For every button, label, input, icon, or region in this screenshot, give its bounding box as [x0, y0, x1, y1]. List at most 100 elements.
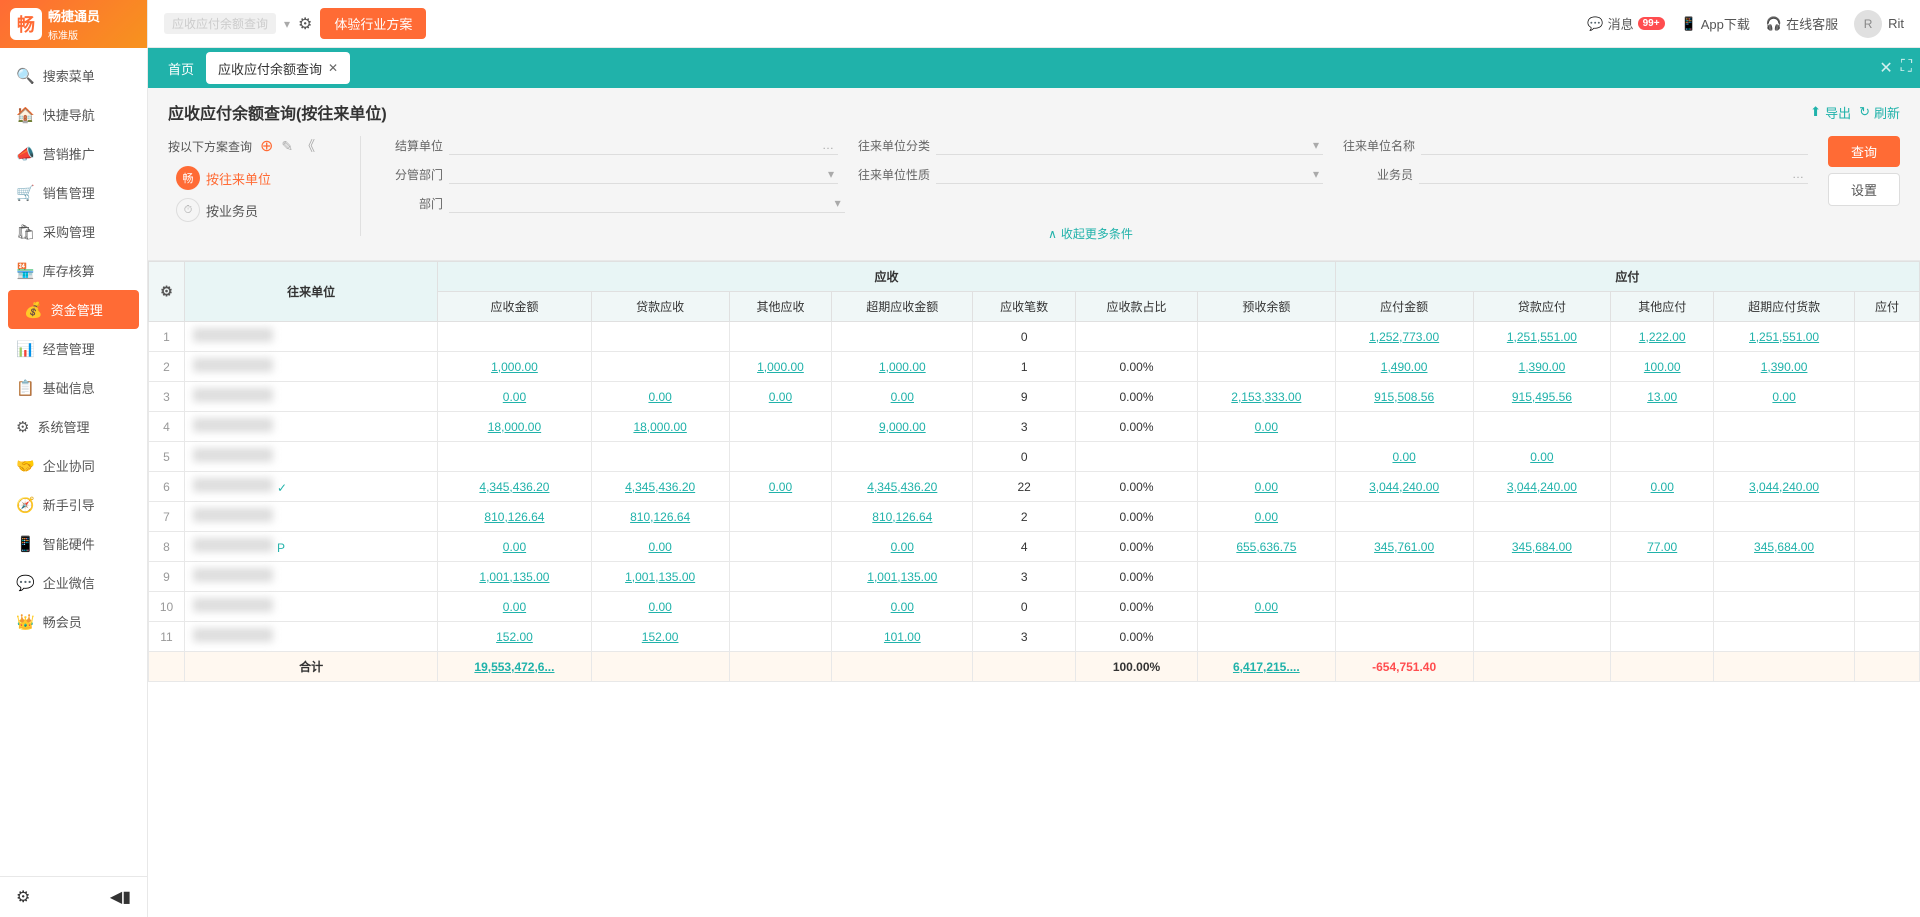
manage-dept-input[interactable] [453, 167, 828, 181]
dept-input[interactable] [453, 196, 835, 210]
unit-category-input[interactable] [940, 138, 1313, 152]
cell-ap_tail [1855, 382, 1920, 412]
sidebar-item-quick-nav[interactable]: 🏠 快捷导航 [0, 95, 147, 134]
scheme-unit-icon: 畅 [176, 166, 200, 190]
cell-ar_overdue: 0.00 [832, 532, 973, 562]
cell-ar_amount [438, 442, 592, 472]
sidebar-item-marketing[interactable]: 📣 营销推广 [0, 134, 147, 173]
user-area[interactable]: R Rit [1854, 10, 1904, 38]
sidebar-item-hardware[interactable]: 📱 智能硬件 [0, 524, 147, 563]
member-icon: 👑 [16, 613, 35, 631]
sidebar-item-wechat[interactable]: 💬 企业微信 [0, 563, 147, 602]
unit-name-input[interactable] [1425, 138, 1804, 152]
set-button[interactable]: 设置 [1828, 173, 1900, 206]
table-settings-icon[interactable]: ⚙ [160, 283, 173, 299]
collapse-sidebar-icon[interactable]: ◀▮ [110, 887, 131, 907]
messages-btn[interactable]: 💬 消息 99+ [1587, 14, 1664, 33]
dots-icon-2[interactable]: … [1792, 167, 1804, 181]
cell-ap_overdue [1714, 442, 1855, 472]
solution-button[interactable]: 体验行业方案 [320, 8, 426, 39]
dropdown-arrow-2[interactable]: ▾ [828, 167, 834, 181]
cell-ar_other: 0.00 [729, 472, 832, 502]
sidebar-item-system[interactable]: ⚙ 系统管理 [0, 407, 147, 446]
purchase-icon: 🛍 [16, 223, 35, 241]
cell-ar_ratio [1076, 322, 1198, 352]
cell-ar_overdue: 1,000.00 [832, 352, 973, 382]
total-ap-loan [1473, 652, 1611, 682]
app-download-btn[interactable]: 📱 App下载 [1681, 14, 1750, 33]
add-scheme-icon[interactable]: ⊕ [260, 136, 273, 156]
total-ap-amount: -654,751.40 [1335, 652, 1473, 682]
scheme-by-unit[interactable]: 畅 按往来单位 [176, 166, 348, 190]
sidebar-item-search[interactable]: 🔍 搜索菜单 [0, 56, 147, 95]
settings-footer-icon[interactable]: ⚙ [16, 887, 30, 907]
cell-ap_tail [1855, 532, 1920, 562]
salesperson-input[interactable] [1423, 167, 1792, 181]
refresh-button[interactable]: ↻ 刷新 [1859, 103, 1900, 122]
field-unit-name: 往来单位名称 [1343, 136, 1808, 155]
cell-ar_ratio: 0.00% [1076, 592, 1198, 622]
cell-ar_loan: 18,000.00 [591, 412, 729, 442]
tab-home[interactable]: 首页 [156, 52, 206, 84]
cell-ap_loan [1473, 622, 1611, 652]
dots-icon[interactable]: … [822, 138, 834, 152]
ar-ratio-header: 应收款占比 [1076, 292, 1198, 322]
scheme-by-business[interactable]: ⏱ 按业务员 [176, 198, 348, 222]
breadcrumb-dropdown-icon[interactable]: ▾ [284, 17, 290, 31]
cell-ar_count: 4 [973, 532, 1076, 562]
counterpart-unit [185, 382, 438, 412]
sales-icon: 🛒 [16, 184, 35, 202]
unit-nature-input[interactable] [940, 167, 1313, 181]
row-number: 11 [149, 622, 185, 652]
filter-area: 按以下方案查询 ⊕ ✎ 《 畅 按往来单位 ⏱ 按业务员 [148, 124, 1920, 261]
export-button[interactable]: ⬆ 导出 [1810, 103, 1851, 122]
online-service-btn[interactable]: 🎧 在线客服 [1766, 14, 1838, 33]
sidebar-item-collab[interactable]: 🤝 企业协同 [0, 446, 147, 485]
edit-scheme-icon[interactable]: ✎ [281, 138, 293, 155]
sidebar: 畅 畅捷通员 标准版 🔍 搜索菜单 🏠 快捷导航 📣 营销推广 🛒 销售管理 🛍… [0, 0, 148, 917]
quick-nav-icon: 🏠 [16, 106, 35, 124]
cell-ap_other: 13.00 [1611, 382, 1714, 412]
counterpart-unit [185, 502, 438, 532]
cell-ap_loan [1473, 562, 1611, 592]
sidebar-item-purchase[interactable]: 🛍 采购管理 [0, 212, 147, 251]
total-empty-num [149, 652, 185, 682]
dropdown-arrow-3[interactable]: ▾ [1313, 167, 1319, 181]
cell-ap_amount: 345,761.00 [1335, 532, 1473, 562]
cell-ap_amount: 1,252,773.00 [1335, 322, 1473, 352]
cell-ap_tail [1855, 442, 1920, 472]
cell-ar_overdue: 4,345,436.20 [832, 472, 973, 502]
tab-close-icon[interactable]: ✕ [328, 61, 338, 75]
sidebar-item-sales[interactable]: 🛒 销售管理 [0, 173, 147, 212]
dropdown-arrow-1[interactable]: ▾ [1313, 138, 1319, 152]
dropdown-arrow-4[interactable]: ▾ [835, 196, 841, 210]
settings-icon[interactable]: ⚙ [298, 14, 312, 34]
cell-ap_amount [1335, 622, 1473, 652]
tab-close-window-icon[interactable]: ✕ [1879, 58, 1892, 78]
field-dept: 部门 ▾ [373, 194, 845, 213]
sidebar-item-operation[interactable]: 📊 经营管理 [0, 329, 147, 368]
sidebar-item-inventory[interactable]: 🏪 库存核算 [0, 251, 147, 290]
system-icon: ⚙ [16, 418, 29, 436]
cell-ar_advance: 2,153,333.00 [1197, 382, 1335, 412]
query-button[interactable]: 查询 [1828, 136, 1900, 167]
cell-ap_overdue [1714, 502, 1855, 532]
sidebar-item-member[interactable]: 👑 畅会员 [0, 602, 147, 641]
table-row: 7810,126.64810,126.64810,126.6420.00%0.0… [149, 502, 1920, 532]
sidebar-item-guide[interactable]: 🧭 新手引导 [0, 485, 147, 524]
cell-ar_ratio: 0.00% [1076, 382, 1198, 412]
tab-expand-icon[interactable]: ⛶ [1901, 58, 1912, 78]
main-area: 应收应付余额查询 ▾ ⚙ 体验行业方案 💬 消息 99+ 📱 App下载 🎧 在… [148, 0, 1920, 917]
finance-icon: 💰 [24, 301, 43, 319]
table-wrapper[interactable]: ⚙ 往来单位 应收 应付 应收金额 贷款应收 其他应收 超期应收金额 应收笔数 [148, 261, 1920, 917]
collapse-button[interactable]: ∧ 收起更多条件 [1048, 225, 1133, 242]
collapse-scheme-icon[interactable]: 《 [301, 136, 315, 156]
sidebar-item-basic[interactable]: 📋 基础信息 [0, 368, 147, 407]
cell-ap_overdue [1714, 592, 1855, 622]
basic-icon: 📋 [16, 379, 35, 397]
tab-ar-ap[interactable]: 应收应付余额查询 ✕ [206, 52, 350, 84]
sidebar-item-finance[interactable]: 💰 资金管理 [8, 290, 139, 329]
cell-ar_advance: 0.00 [1197, 412, 1335, 442]
settlement-unit-input[interactable] [453, 138, 822, 152]
total-label: 合计 [185, 652, 438, 682]
